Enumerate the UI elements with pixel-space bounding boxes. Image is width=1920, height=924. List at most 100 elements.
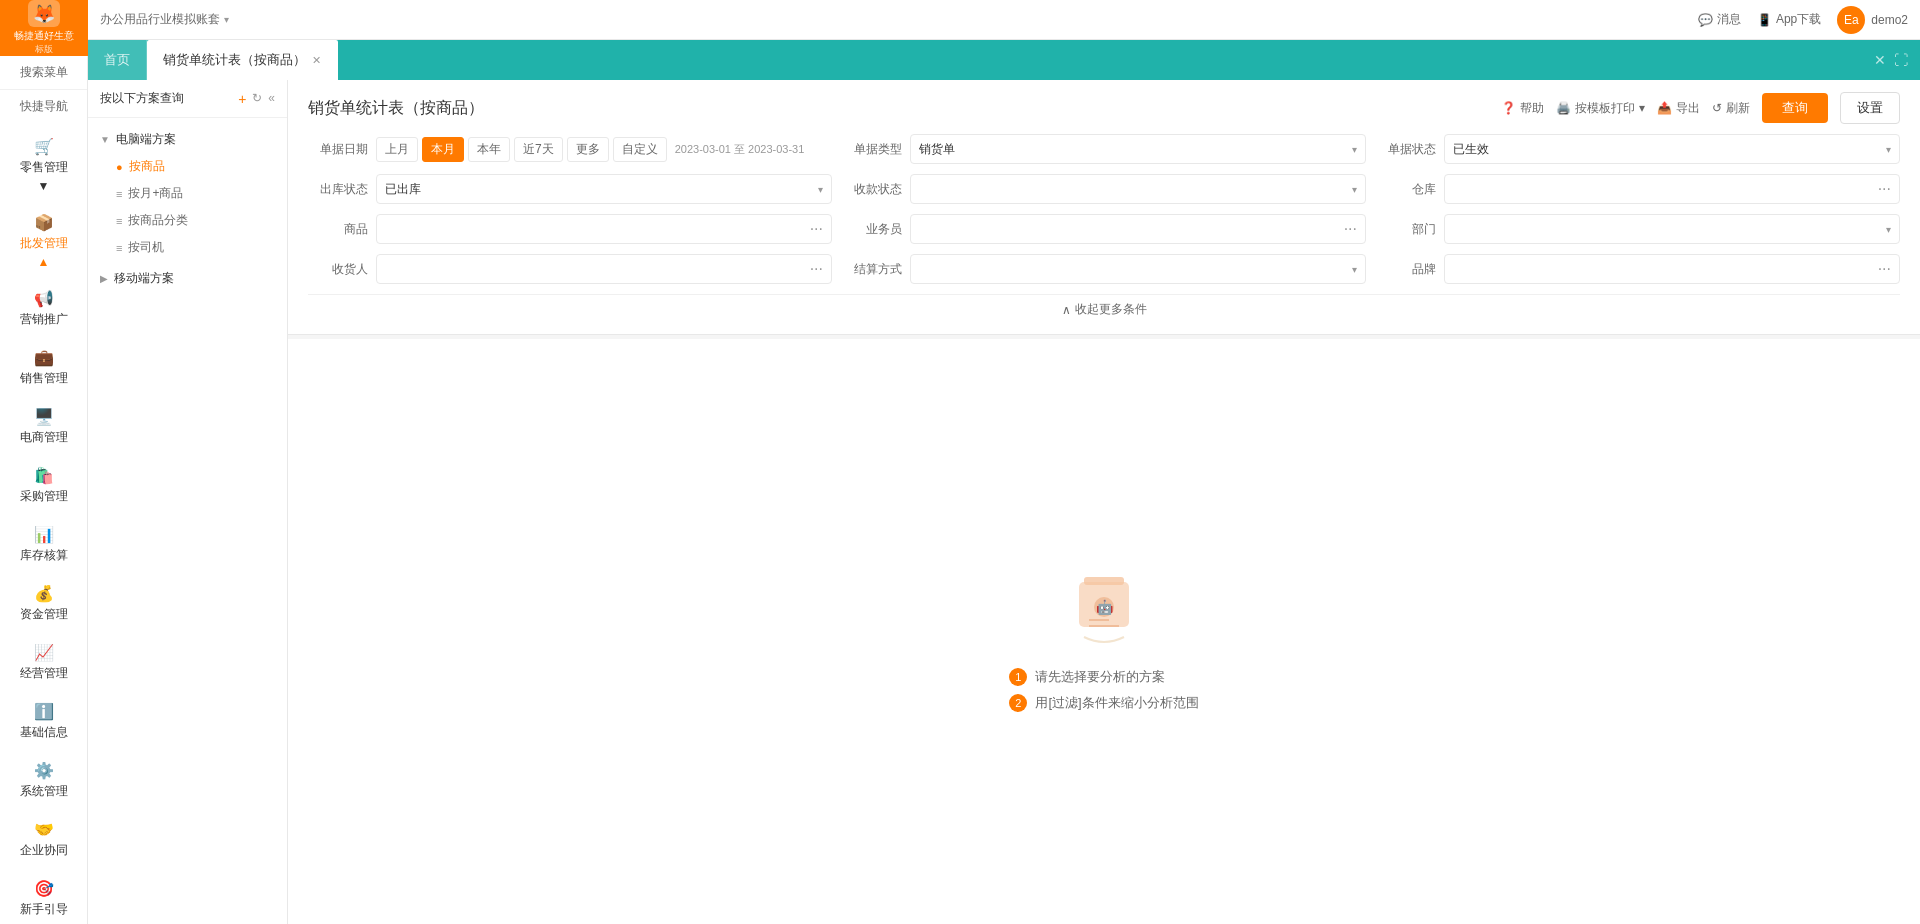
tree-item-by-cashier[interactable]: ≡ 按司机 xyxy=(88,234,287,261)
filter-row-4: 收货人 ··· 结算方式 xyxy=(308,254,1900,284)
app-download-label: App下载 xyxy=(1776,11,1821,28)
user-profile-btn[interactable]: Ea demo2 xyxy=(1837,6,1908,34)
tree-item-by-month-product[interactable]: ≡ 按月+商品 xyxy=(88,180,287,207)
sidebar-item-sales[interactable]: 💼 销售管理 xyxy=(0,338,87,397)
tree-item-icon-by-month: ≡ xyxy=(116,188,122,200)
logo-icon: 🦊 xyxy=(28,0,60,27)
tree-group-desktop-header[interactable]: ▼ 电脑端方案 xyxy=(88,126,287,153)
date-btn-this-month[interactable]: 本月 xyxy=(422,137,464,162)
stock-status-select[interactable]: 已出库 ▾ xyxy=(376,174,832,204)
doc-status-control: 已生效 ▾ xyxy=(1444,134,1900,164)
app-logo[interactable]: 🦊 畅捷通好生意 标版 xyxy=(0,0,88,56)
sidebar-item-system[interactable]: ⚙️ 系统管理 xyxy=(0,751,87,810)
page-title: 销货单统计表（按商品） xyxy=(308,98,484,119)
collapse-btn[interactable]: ∧ 收起更多条件 xyxy=(1062,301,1147,318)
consignee-select[interactable]: ··· xyxy=(376,254,832,284)
date-btn-more[interactable]: 更多 xyxy=(567,137,609,162)
doc-status-label: 单据状态 xyxy=(1376,141,1444,158)
settlement-select[interactable]: ▾ xyxy=(910,254,1366,284)
stock-status-label: 出库状态 xyxy=(308,181,376,198)
window-close-btn[interactable]: ✕ xyxy=(1874,52,1886,68)
date-btn-custom[interactable]: 自定义 xyxy=(613,137,667,162)
date-btn-last-month[interactable]: 上月 xyxy=(376,137,418,162)
export-btn[interactable]: 📤 导出 xyxy=(1657,100,1700,117)
settings-button[interactable]: 设置 xyxy=(1840,92,1900,124)
receipt-status-arrow-icon: ▾ xyxy=(1352,184,1357,195)
tree-group-mobile: ▶ 移动端方案 xyxy=(88,265,287,292)
sidebar-item-purchase[interactable]: 🛍️ 采购管理 xyxy=(0,456,87,515)
tree-group-mobile-header[interactable]: ▶ 移动端方案 xyxy=(88,265,287,292)
message-btn[interactable]: 💬 消息 xyxy=(1698,11,1741,28)
top-bar-title: 办公用品行业模拟账套 ▾ xyxy=(100,11,229,28)
template-print-btn[interactable]: 🖨️ 按模板打印 ▾ xyxy=(1556,100,1645,117)
warehouse-select[interactable]: ··· xyxy=(1444,174,1900,204)
doc-type-value: 销货单 xyxy=(919,141,955,158)
sidebar-item-label-finance: 资金管理 xyxy=(20,606,68,623)
collapse-panel-icon[interactable]: « xyxy=(268,91,275,107)
salesperson-select[interactable]: ··· xyxy=(910,214,1366,244)
product-select[interactable]: ··· xyxy=(376,214,832,244)
tab-home[interactable]: 首页 xyxy=(88,40,147,80)
sidebar-item-operation[interactable]: 📈 经营管理 xyxy=(0,633,87,692)
sidebar-item-label-wholesale: 批发管理 xyxy=(20,235,68,252)
sidebar-item-inventory[interactable]: 📊 库存核算 xyxy=(0,515,87,574)
filter-department: 部门 ▾ xyxy=(1376,214,1900,244)
purchase-icon: 🛍️ xyxy=(34,466,54,485)
sidebar-item-label-operation: 经营管理 xyxy=(20,665,68,682)
close-tab-icon[interactable]: ✕ xyxy=(312,54,321,67)
salesperson-label: 业务员 xyxy=(842,221,910,238)
sidebar-item-newbie[interactable]: 🎯 新手引导 xyxy=(0,869,87,924)
filter-row-3: 商品 ··· 业务员 xyxy=(308,214,1900,244)
salesperson-dots-icon[interactable]: ··· xyxy=(1344,220,1357,238)
doc-type-control: 销货单 ▾ xyxy=(910,134,1366,164)
tree-item-by-category[interactable]: ≡ 按商品分类 xyxy=(88,207,287,234)
doc-type-arrow-icon: ▾ xyxy=(1352,144,1357,155)
filter-doc-type: 单据类型 销货单 ▾ xyxy=(842,134,1366,164)
tree-item-icon-by-category: ≡ xyxy=(116,215,122,227)
export-label: 导出 xyxy=(1676,100,1700,117)
sidebar-item-enterprise[interactable]: 🤝 企业协同 xyxy=(0,810,87,869)
sidebar-item-finance[interactable]: 💰 资金管理 xyxy=(0,574,87,633)
date-btn-this-year[interactable]: 本年 xyxy=(468,137,510,162)
doc-status-select[interactable]: 已生效 ▾ xyxy=(1444,134,1900,164)
tree-item-by-product[interactable]: ● 按商品 xyxy=(88,153,287,180)
filter-consignee: 收货人 ··· xyxy=(308,254,832,284)
sidebar-item-marketing[interactable]: 📢 营销推广 xyxy=(0,279,87,338)
brand-select[interactable]: ··· xyxy=(1444,254,1900,284)
filter-area: 单据日期 上月 本月 本年 近7天 更多 自定义 2023-03-01 至 20… xyxy=(308,134,1900,334)
tab-sales-stat[interactable]: 销货单统计表（按商品） ✕ xyxy=(147,40,338,80)
user-name: demo2 xyxy=(1871,13,1908,27)
message-icon: 💬 xyxy=(1698,13,1713,27)
sidebar-item-wholesale[interactable]: 📦 批发管理 ▲ xyxy=(0,203,87,279)
top-bar-right: 💬 消息 📱 App下载 Ea demo2 xyxy=(1698,6,1908,34)
query-button[interactable]: 查询 xyxy=(1762,93,1828,123)
sidebar-item-ecommerce[interactable]: 🖥️ 电商管理 xyxy=(0,397,87,456)
sidebar-item-label-newbie: 新手引导 xyxy=(20,901,68,918)
tip-text-2: 用[过滤]条件来缩小分析范围 xyxy=(1035,694,1198,712)
filter-product: 商品 ··· xyxy=(308,214,832,244)
refresh-scheme-icon[interactable]: ↻ xyxy=(252,91,262,107)
toggle-icon-mobile: ▶ xyxy=(100,273,108,284)
brand-control: ··· xyxy=(1444,254,1900,284)
consignee-dots-icon[interactable]: ··· xyxy=(810,260,823,278)
add-scheme-icon[interactable]: + xyxy=(238,91,246,107)
settlement-arrow-icon: ▾ xyxy=(1352,264,1357,275)
filter-salesperson: 业务员 ··· xyxy=(842,214,1366,244)
doc-type-select[interactable]: 销货单 ▾ xyxy=(910,134,1366,164)
refresh-btn[interactable]: ↺ 刷新 xyxy=(1712,100,1750,117)
sidebar-search[interactable]: 搜索菜单 xyxy=(0,56,87,90)
doc-status-value: 已生效 xyxy=(1453,141,1489,158)
sidebar-item-retail[interactable]: 🛒 零售管理 ▼ xyxy=(0,127,87,203)
warehouse-dots-icon[interactable]: ··· xyxy=(1878,180,1891,198)
date-btn-7days[interactable]: 近7天 xyxy=(514,137,563,162)
app-download-btn[interactable]: 📱 App下载 xyxy=(1757,11,1821,28)
brand-dots-icon[interactable]: ··· xyxy=(1878,260,1891,278)
product-dots-icon[interactable]: ··· xyxy=(810,220,823,238)
help-btn[interactable]: ❓ 帮助 xyxy=(1501,100,1544,117)
sidebar-quick-nav[interactable]: 快捷导航 xyxy=(0,90,87,123)
department-select[interactable]: ▾ xyxy=(1444,214,1900,244)
receipt-status-select[interactable]: ▾ xyxy=(910,174,1366,204)
window-maximize-btn[interactable]: ⛶ xyxy=(1894,52,1908,68)
tree-group-mobile-label: 移动端方案 xyxy=(114,270,174,287)
sidebar-item-basic[interactable]: ℹ️ 基础信息 xyxy=(0,692,87,751)
